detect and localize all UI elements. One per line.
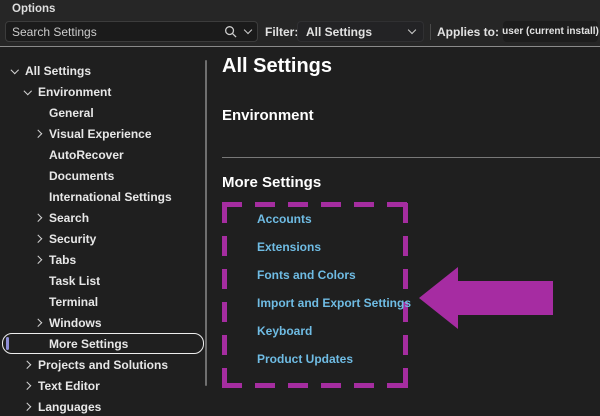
settings-pane: All Settings Environment More Settings A… (210, 47, 600, 416)
search-placeholder: Search Settings (12, 25, 224, 39)
link-keyboard[interactable]: Keyboard (257, 317, 411, 345)
chevron-collapsed-icon[interactable] (21, 379, 34, 392)
filter-dropdown[interactable]: All Settings (297, 21, 424, 42)
tree-item-label: Terminal (49, 295, 98, 309)
chevron-spacer (32, 337, 45, 350)
annotation-left-arrow (419, 267, 553, 329)
tree-item-tabs[interactable]: Tabs (0, 249, 210, 270)
filter-label: Filter: (265, 25, 298, 39)
tree-item-environment[interactable]: Environment (0, 81, 210, 102)
search-icon (224, 25, 237, 38)
tree-item-documents[interactable]: Documents (0, 165, 210, 186)
chevron-collapsed-icon[interactable] (32, 316, 45, 329)
chevron-expanded-icon[interactable] (8, 64, 21, 77)
chevron-collapsed-icon[interactable] (32, 232, 45, 245)
tree-item-task-list[interactable]: Task List (0, 270, 210, 291)
tree-item-security[interactable]: Security (0, 228, 210, 249)
chevron-spacer (32, 169, 45, 182)
toolbar-separator (430, 24, 431, 40)
tree-item-label: More Settings (49, 337, 128, 351)
tree-item-label: Documents (49, 169, 114, 183)
tree-item-label: Visual Experience (49, 127, 152, 141)
settings-tree: All Settings Environment General Visual … (0, 47, 210, 416)
options-toolbar: Search Settings Filter: All Settings App… (0, 18, 600, 46)
chevron-collapsed-icon[interactable] (32, 211, 45, 224)
tree-item-projects-and-solutions[interactable]: Projects and Solutions (0, 354, 210, 375)
tree-item-text-editor[interactable]: Text Editor (0, 375, 210, 396)
window-title: Options (0, 0, 600, 18)
tree-item-label: AutoRecover (49, 148, 124, 162)
tree-item-label: Security (49, 232, 96, 246)
filter-chevron-down-icon (408, 26, 416, 34)
tree-item-all-settings[interactable]: All Settings (0, 60, 210, 81)
tree-item-languages[interactable]: Languages (0, 396, 210, 416)
chevron-collapsed-icon[interactable] (32, 253, 45, 266)
search-input[interactable]: Search Settings (5, 21, 258, 42)
applies-to-label: Applies to: (437, 25, 499, 39)
section-heading-environment: Environment (222, 107, 314, 124)
chevron-spacer (32, 190, 45, 203)
tree-item-label: Environment (38, 85, 111, 99)
tree-item-label: Tabs (49, 253, 76, 267)
tree-item-label: Task List (49, 274, 100, 288)
tree-item-visual-experience[interactable]: Visual Experience (0, 123, 210, 144)
chevron-spacer (32, 295, 45, 308)
chevron-spacer (32, 106, 45, 119)
search-options-chevron-down-icon[interactable] (244, 26, 252, 34)
page-title: All Settings (222, 55, 332, 78)
tree-item-label: Languages (38, 400, 101, 414)
tree-item-label: Search (49, 211, 89, 225)
link-product-updates[interactable]: Product Updates (257, 345, 411, 373)
chevron-expanded-icon[interactable] (21, 85, 34, 98)
tree-item-label: Windows (49, 316, 102, 330)
tree-item-search[interactable]: Search (0, 207, 210, 228)
dashed-edge-bottom (222, 383, 408, 388)
tree-item-terminal[interactable]: Terminal (0, 291, 210, 312)
tree-item-label: Projects and Solutions (38, 358, 168, 372)
dashed-edge-left (222, 202, 227, 388)
tree-item-international-settings[interactable]: International Settings (0, 186, 210, 207)
chevron-spacer (32, 274, 45, 287)
chevron-collapsed-icon[interactable] (32, 127, 45, 140)
chevron-collapsed-icon[interactable] (21, 400, 34, 413)
tree-item-general[interactable]: General (0, 102, 210, 123)
tree-item-windows[interactable]: Windows (0, 312, 210, 333)
applies-to-value[interactable]: user (current install) (503, 21, 598, 42)
tree-item-label: Text Editor (38, 379, 100, 393)
more-settings-links: Accounts Extensions Fonts and Colors Imp… (257, 205, 411, 373)
filter-value: All Settings (306, 25, 409, 39)
tree-scrollbar[interactable] (205, 60, 207, 386)
tree-item-autorecover[interactable]: AutoRecover (0, 144, 210, 165)
link-import-and-export-settings[interactable]: Import and Export Settings (257, 289, 411, 317)
link-extensions[interactable]: Extensions (257, 233, 411, 261)
section-heading-more-settings: More Settings (222, 174, 321, 191)
chevron-spacer (32, 148, 45, 161)
tree-item-label: All Settings (25, 64, 91, 78)
link-fonts-and-colors[interactable]: Fonts and Colors (257, 261, 411, 289)
tree-item-more-settings-selected[interactable]: More Settings (2, 333, 204, 354)
tree-item-label: General (49, 106, 94, 120)
tree-item-label: International Settings (49, 190, 172, 204)
chevron-collapsed-icon[interactable] (21, 358, 34, 371)
link-accounts[interactable]: Accounts (257, 205, 411, 233)
section-divider (222, 157, 600, 158)
